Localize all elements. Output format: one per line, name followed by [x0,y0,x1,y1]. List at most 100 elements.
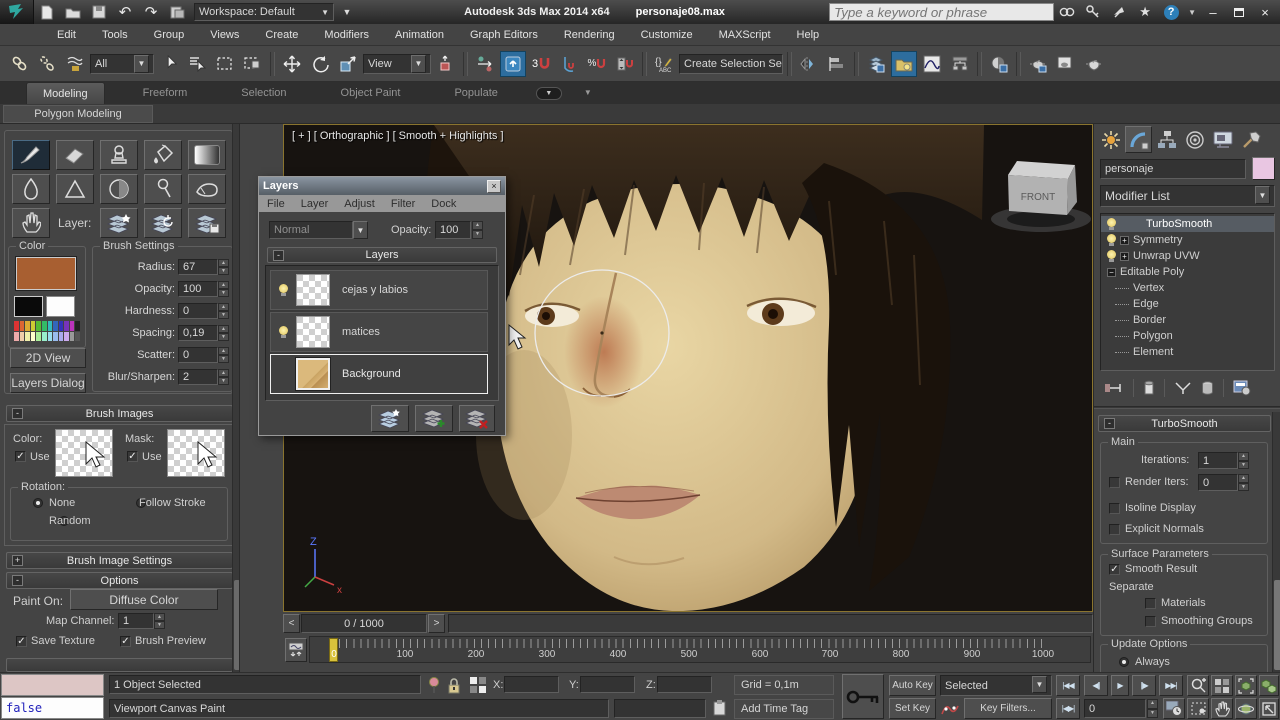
ref-coord-dropdown[interactable]: View ▼ [363,53,431,74]
time-configuration-icon[interactable] [1163,698,1185,719]
dodge-burn-tool[interactable] [100,174,138,204]
tab-populate[interactable]: Populate [438,82,513,104]
paint-brush-tool[interactable] [12,140,50,170]
open-file-icon[interactable] [60,0,86,25]
stack-row-edge[interactable]: Edge [1101,296,1274,312]
go-to-start-button[interactable]: |◀◀ [1056,675,1080,696]
menu-modifiers[interactable]: Modifiers [311,24,382,46]
blend-mode-arrow-icon[interactable]: ▼ [353,221,368,239]
smooth-result-checkbox[interactable] [1109,564,1120,575]
restore-button[interactable] [1226,0,1252,25]
turbosmooth-rollout[interactable]: - TurboSmooth [1098,415,1271,432]
pin-stack-icon[interactable] [1104,380,1124,396]
search-input[interactable] [829,3,1055,21]
blur-sharpen-field[interactable]: 2 [178,369,218,385]
help-icon[interactable]: ? [1158,0,1184,25]
menu-help[interactable]: Help [784,24,833,46]
color-palette[interactable] [14,321,80,341]
absolute-mode-icon[interactable] [469,676,487,694]
tab-hierarchy[interactable] [1153,126,1180,153]
orbit-icon[interactable] [1235,698,1257,719]
modifier-stack[interactable]: TurboSmooth + Symmetry + Unwrap UVW − Edita… [1100,213,1275,371]
material-editor-icon[interactable] [986,51,1012,77]
scatter-spinner[interactable]: ▲ ▼ [218,347,229,363]
menu-animation[interactable]: Animation [382,24,457,46]
open-mini-curve-icon[interactable] [285,638,307,662]
menu-maxscript[interactable]: MAXScript [706,24,784,46]
tab-selection[interactable]: Selection [225,82,302,104]
layer-row-cejas[interactable]: cejas y labios [270,270,488,310]
rect-region-icon[interactable] [212,51,238,77]
layers-dialog-titlebar[interactable]: Layers × [259,177,505,195]
layers-menu-dock[interactable]: Dock [423,198,464,210]
edit-named-sets-icon[interactable]: {} ABC [651,51,677,77]
opacity-spinner[interactable]: ▲ ▼ [218,281,229,297]
blend-mode-dropdown[interactable]: Normal [269,221,353,239]
layers-list-rollout[interactable]: - Layers [267,247,497,263]
play-button[interactable]: ▶ [1111,675,1129,696]
select-move-icon[interactable] [279,51,305,77]
clone-stamp-tool[interactable] [100,140,138,170]
modifier-bulb-icon[interactable] [1107,250,1116,262]
schematic-view-icon[interactable] [947,51,973,77]
collapse-icon[interactable]: − [1107,267,1116,277]
window-crossing-icon[interactable] [240,51,266,77]
x-coord-field[interactable] [504,676,559,693]
gradient-tool[interactable] [188,140,226,170]
ribbon-menu-arrow-icon[interactable]: ▼ [584,88,592,97]
configure-modifier-sets-icon[interactable] [1233,380,1251,396]
redo-icon[interactable]: ↷ [138,0,164,25]
layer-row-matices[interactable]: matices [270,312,488,352]
angle-snap-icon[interactable] [556,51,582,77]
tab-motion[interactable] [1181,126,1208,153]
maxscript-output-line[interactable]: false [1,697,104,719]
time-ruler[interactable]: 0 100 200 300 400 500 600 700 800 900 10… [309,636,1091,663]
selection-filter-dropdown[interactable]: All ▼ [90,53,154,74]
iterations-spinner[interactable]: ▲ ▼ [1238,452,1249,469]
lock-selection-icon[interactable] [447,677,461,694]
menu-group[interactable]: Group [141,24,198,46]
layers-menu-filter[interactable]: Filter [383,198,423,210]
pan-view-icon[interactable] [1211,698,1233,719]
key-filters-button[interactable]: Key Filters... [964,698,1052,719]
next-frame-button[interactable]: ||▶ [1132,675,1156,696]
canvas-panel-scrollbar[interactable] [232,124,239,672]
tab-create[interactable] [1097,126,1124,153]
frame-spinner[interactable]: ▲ ▼ [1147,699,1158,718]
align-icon[interactable] [824,51,850,77]
menu-create[interactable]: Create [252,24,311,46]
object-color-swatch[interactable] [1252,157,1275,180]
reload-layers-button[interactable] [144,208,182,238]
rotation-none-radio[interactable] [33,498,43,508]
brush-mask-use-checkbox[interactable] [127,451,138,462]
track-bar[interactable] [448,614,1093,633]
select-by-name-icon[interactable] [184,51,210,77]
viewport-label[interactable]: [ + ] [ Orthographic ] [ Smooth + Highli… [292,130,504,142]
help-menu-arrow-icon[interactable]: ▼ [1188,8,1196,17]
isoline-checkbox[interactable] [1109,503,1120,514]
new-file-icon[interactable] [34,0,60,25]
menu-graph-editors[interactable]: Graph Editors [457,24,551,46]
project-folder-icon[interactable] [164,0,190,25]
render-iters-spinner[interactable]: ▲ ▼ [1238,474,1249,491]
brush-images-rollout[interactable]: - Brush Images [6,405,233,422]
time-tag-icon[interactable] [712,700,728,717]
layers-menu-adjust[interactable]: Adjust [336,198,383,210]
stack-row-editable-poly[interactable]: − Editable Poly [1101,264,1274,280]
z-coord-field[interactable] [657,676,712,693]
layer-opacity-spinner[interactable]: ▲ ▼ [472,221,483,239]
opacity-field[interactable]: 100 [178,281,218,297]
snaps-toggle-icon[interactable]: 3 [528,51,554,77]
favorites-star-icon[interactable]: ★ [1132,0,1158,25]
select-and-link-icon[interactable] [6,51,32,77]
expand-icon[interactable]: + [1120,251,1129,261]
zoom-icon[interactable] [1187,675,1209,696]
previous-frame-button[interactable]: ◀|| [1084,675,1108,696]
spinner-snap-icon[interactable] [612,51,638,77]
layer-opacity-field[interactable]: 100 [435,221,471,239]
key-login-icon[interactable] [1080,0,1106,25]
zoom-all-icon[interactable] [1211,675,1233,696]
region-zoom-icon[interactable] [1187,698,1209,719]
layer-visibility-icon[interactable] [279,326,288,338]
mirror-icon[interactable] [796,51,822,77]
